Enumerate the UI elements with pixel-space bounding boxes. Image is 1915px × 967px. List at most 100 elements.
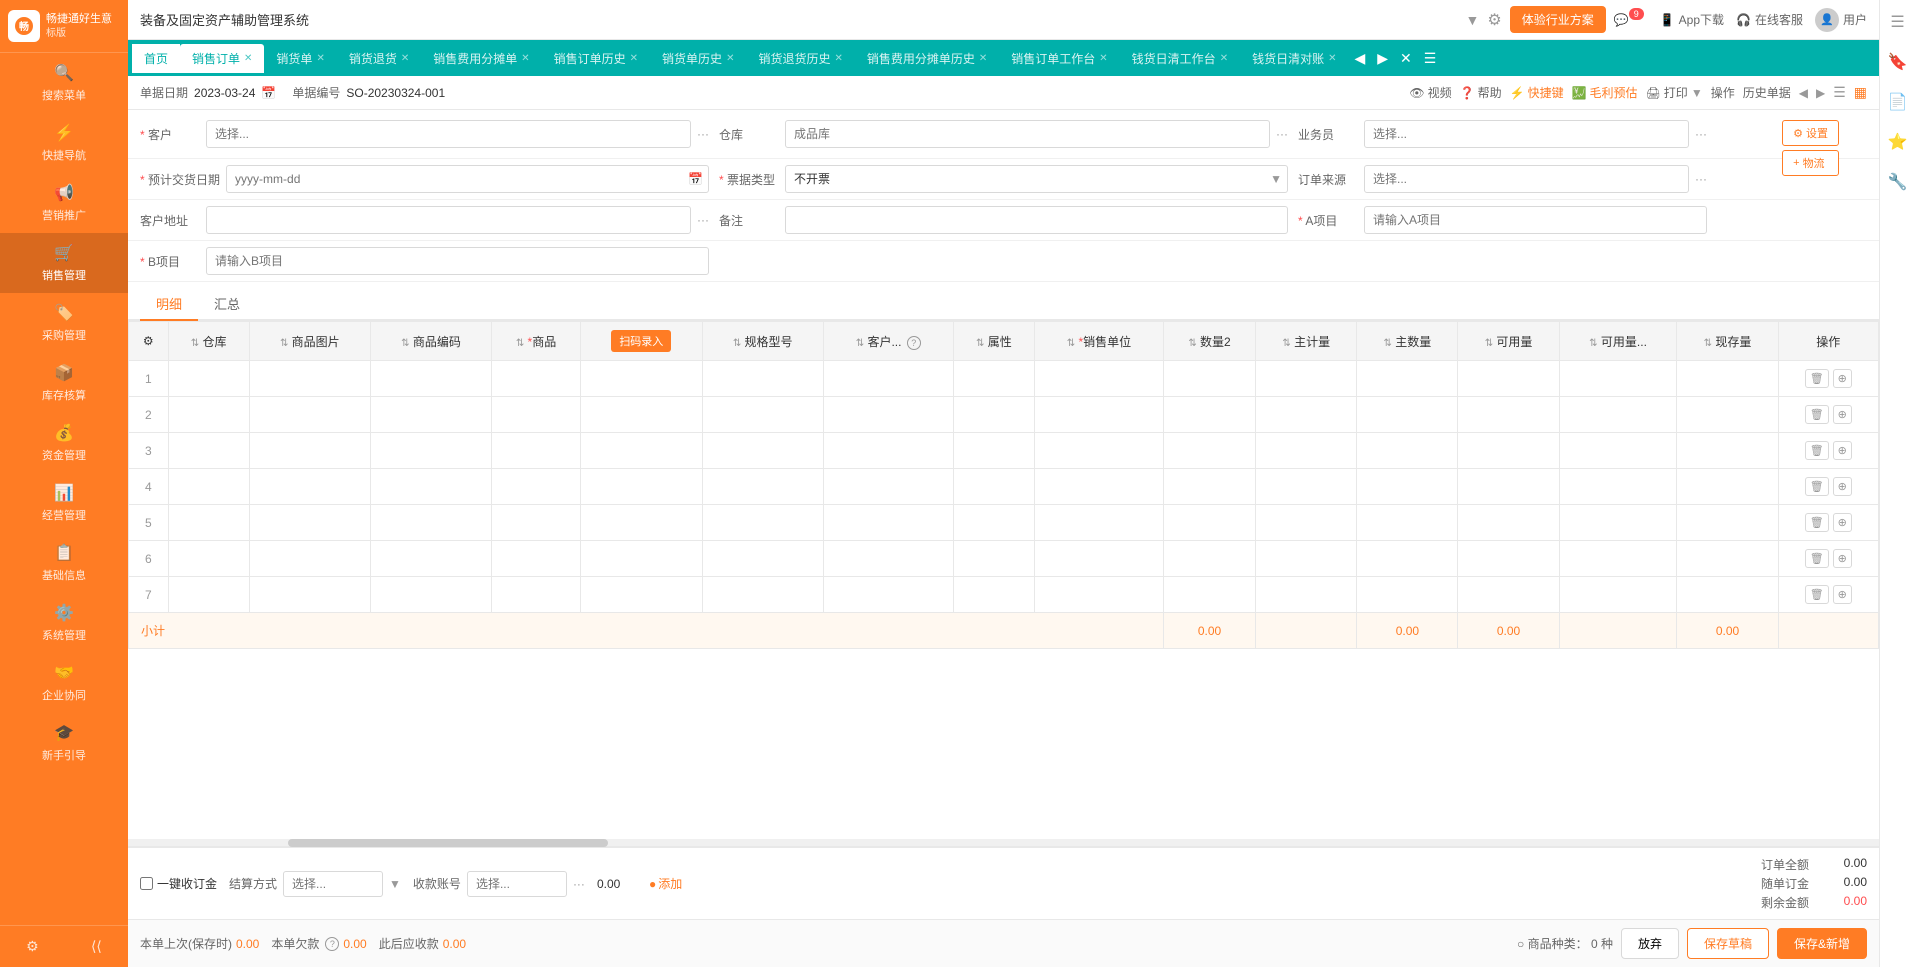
order-source-dots[interactable]: ··· [1695,172,1707,186]
th-attr-sort[interactable]: ⇅ [976,338,984,349]
row-attr-6[interactable] [953,541,1034,577]
row-main-qty-4[interactable] [1357,469,1458,505]
customer-code-info-icon[interactable]: ? [907,336,921,350]
row-delete-btn-4[interactable]: 🗑 [1805,477,1829,496]
row-copy-btn-7[interactable]: ⊕ [1833,585,1852,604]
th-stock-sort[interactable]: ⇅ [1704,338,1712,349]
sidebar-item-purchase[interactable]: 🏷️ 采购管理 [0,293,128,353]
th-sku-sort[interactable]: ⇅ [401,338,409,349]
row-attr-7[interactable] [953,577,1034,613]
th-available-sort[interactable]: ⇅ [1485,338,1493,349]
tab-order-history[interactable]: 销售订单历史 ✕ [542,44,650,73]
save-new-btn[interactable]: 保存&新增 [1777,928,1867,959]
remark-input[interactable] [785,206,1288,234]
tab-sales-goods[interactable]: 销货单 ✕ [264,44,336,73]
payment-dropdown-icon[interactable]: ▼ [389,877,401,891]
tab-fee-history[interactable]: 销售费用分摊单历史 ✕ [855,44,999,73]
row-warehouse-3[interactable] [168,433,249,469]
salesperson-dots[interactable]: ··· [1695,127,1707,141]
tab-close-all-btn[interactable]: ✕ [1394,46,1418,71]
tab-sales-order[interactable]: 销售订单 ✕ [180,44,264,73]
row-warehouse-5[interactable] [168,505,249,541]
row-delete-btn-2[interactable]: 🗑 [1805,405,1829,424]
row-main-qty-3[interactable] [1357,433,1458,469]
tab-daily-workbench[interactable]: 钱货日清工作台 ✕ [1120,44,1240,73]
tab-home[interactable]: 首页 [132,44,180,73]
notification-item[interactable]: 💬 9 [1614,13,1648,27]
th-sales-unit-sort[interactable]: ⇅ [1067,338,1075,349]
row-product-4[interactable] [492,469,581,505]
sidebar-item-sales[interactable]: 🛒 销售管理 [0,233,128,293]
shortcut-action[interactable]: ⚡ 快捷键 [1510,84,1564,101]
row-delete-btn-7[interactable]: 🗑 [1805,585,1829,604]
tab-close-daily-workbench[interactable]: ✕ [1220,53,1228,64]
row-customer-code-6[interactable] [823,541,953,577]
row-spec-5[interactable] [702,505,823,541]
calendar-icon[interactable]: 📅 [261,86,276,100]
tab-close-return[interactable]: ✕ [401,53,409,64]
th-available2-sort[interactable]: ⇅ [1589,338,1597,349]
tab-close-order-history[interactable]: ✕ [630,53,638,64]
one-click-checkbox[interactable] [140,877,153,890]
customer-address-input[interactable] [206,206,691,234]
add-payment-btn[interactable]: ● 添加 [649,875,682,892]
th-main-qty-sort[interactable]: ⇅ [1384,338,1392,349]
order-source-input[interactable] [1364,165,1689,193]
card-view-btn[interactable]: ▦ [1854,84,1867,101]
tab-daily-reconcile[interactable]: 钱货日清对账 ✕ [1240,44,1348,73]
th-product-sort[interactable]: ⇅ [516,338,524,349]
th-sort-icon[interactable]: ⇅ [191,338,199,349]
row-sku-3[interactable] [370,433,491,469]
row-product-2[interactable] [492,397,581,433]
th-main-unit-sort[interactable]: ⇅ [1282,338,1290,349]
row-warehouse-4[interactable] [168,469,249,505]
row-sku-6[interactable] [370,541,491,577]
row-sales-unit-3[interactable] [1034,433,1163,469]
account-input[interactable] [467,871,567,897]
row-product-7[interactable] [492,577,581,613]
row-customer-code-1[interactable] [823,361,953,397]
tab-prev-btn[interactable]: ◀ [1348,46,1371,71]
tab-order-workbench[interactable]: 销售订单工作台 ✕ [999,44,1119,73]
date-picker-icon[interactable]: 📅 [688,172,703,186]
tab-close-fee[interactable]: ✕ [521,53,529,64]
b-project-input[interactable] [206,247,709,275]
row-sales-unit-7[interactable] [1034,577,1163,613]
row-copy-btn-3[interactable]: ⊕ [1833,441,1852,460]
row-product-5[interactable] [492,505,581,541]
one-click-label[interactable]: 一键收订金 [157,875,217,892]
address-dots[interactable]: ··· [697,213,709,227]
row-customer-code-7[interactable] [823,577,953,613]
online-service-item[interactable]: 🎧 在线客服 [1736,11,1803,28]
invoice-type-select[interactable]: 不开票 增值税普通发票 增值税专用发票 [785,165,1288,193]
row-attr-1[interactable] [953,361,1034,397]
row-main-qty-6[interactable] [1357,541,1458,577]
row-main-unit-6[interactable] [1256,541,1357,577]
print-action[interactable]: 🖨 打印 ▼ [1646,84,1703,101]
gear-icon[interactable]: ⚙ [1487,10,1501,30]
dropdown-arrow-icon[interactable]: ▼ [1466,12,1480,28]
sidebar-item-system[interactable]: ⚙️ 系统管理 [0,593,128,653]
tab-close-daily-reconcile[interactable]: ✕ [1328,53,1336,64]
row-copy-btn-6[interactable]: ⊕ [1833,549,1852,568]
sidebar-item-guide[interactable]: 🎓 新手引导 [0,713,128,773]
profit-action[interactable]: 💹 毛利预估 [1572,84,1638,101]
row-spec-6[interactable] [702,541,823,577]
sidebar-item-basic[interactable]: 📋 基础信息 [0,533,128,593]
row-attr-2[interactable] [953,397,1034,433]
rp-icon-2[interactable]: 🔖 [1884,48,1912,76]
rp-icon-5[interactable]: 🔧 [1884,168,1912,196]
tab-summary[interactable]: 汇总 [198,288,256,321]
row-delete-btn-6[interactable]: 🗑 [1805,549,1829,568]
row-sku-1[interactable] [370,361,491,397]
row-qty2-6[interactable] [1163,541,1255,577]
tab-next-btn[interactable]: ▶ [1371,46,1394,71]
row-attr-3[interactable] [953,433,1034,469]
row-main-unit-1[interactable] [1256,361,1357,397]
row-warehouse-1[interactable] [168,361,249,397]
row-main-qty-2[interactable] [1357,397,1458,433]
collapse-icon[interactable]: ⟨⟨ [87,934,106,959]
row-qty2-5[interactable] [1163,505,1255,541]
tab-close-sales-goods[interactable]: ✕ [316,53,324,64]
scrollbar-thumb[interactable] [288,839,608,847]
